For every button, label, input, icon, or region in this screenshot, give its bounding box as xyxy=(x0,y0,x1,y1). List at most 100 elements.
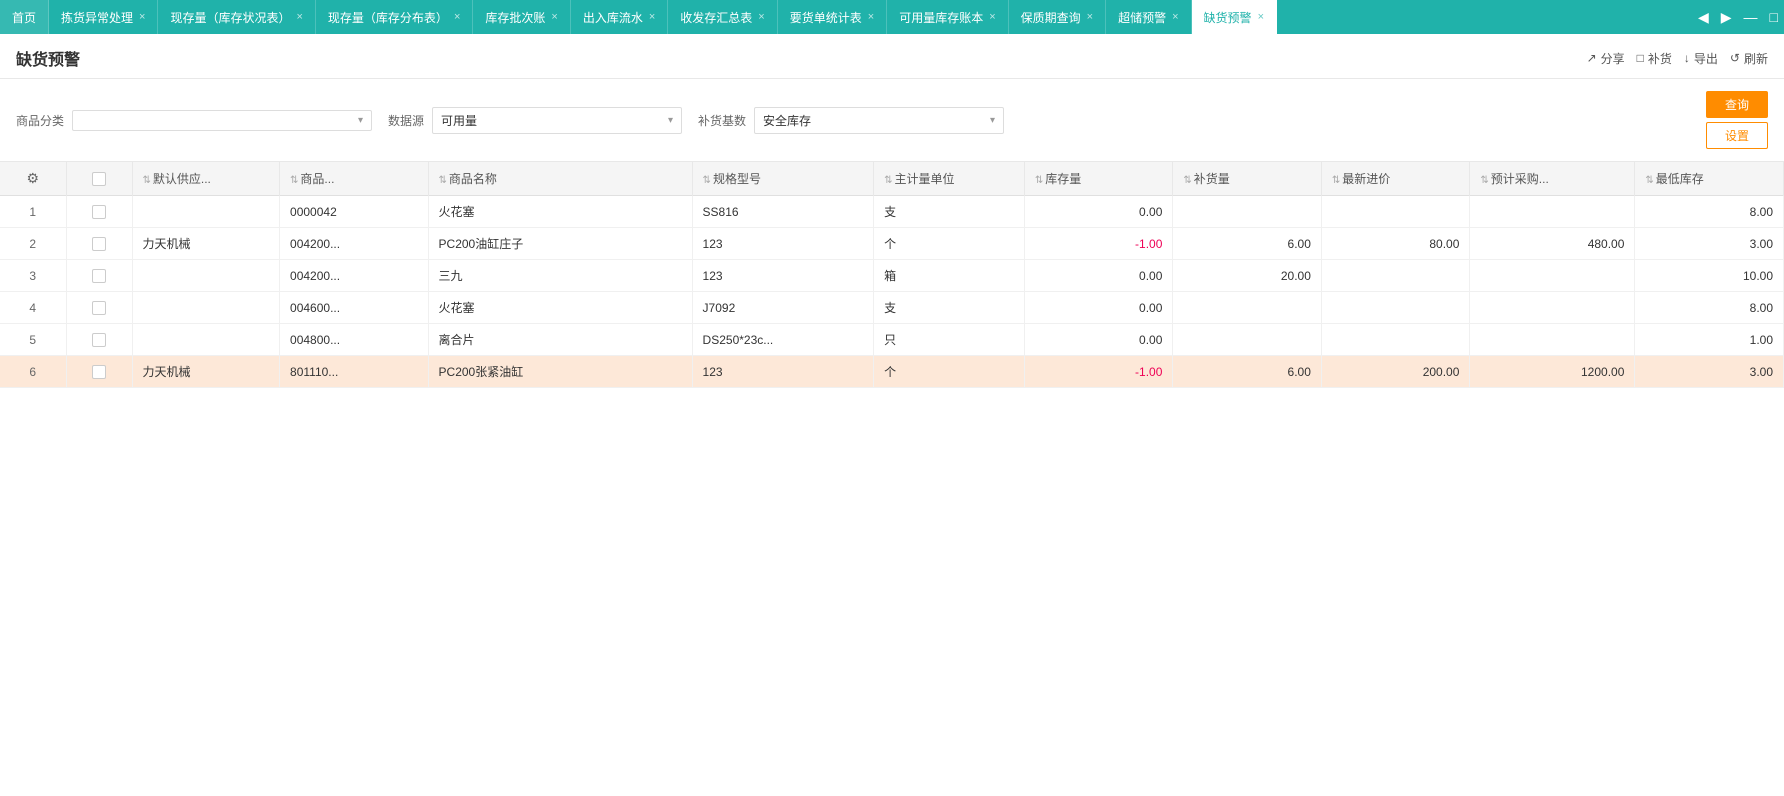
col-checkbox[interactable] xyxy=(66,162,132,196)
row-num: 3 xyxy=(0,260,66,292)
tab-home[interactable]: 首页 xyxy=(0,0,49,34)
tab-close-available[interactable]: × xyxy=(989,11,995,23)
table-row: 3 004200... 三九 123 箱 0.00 20.00 10.00 xyxy=(0,260,1784,292)
header-actions: ↗ 分享 □ 补货 ↓ 导出 ↺ 刷新 xyxy=(1587,50,1768,67)
col-product-code[interactable]: ⇅商品... xyxy=(280,162,429,196)
row-num: 6 xyxy=(0,356,66,388)
row-stock: -1.00 xyxy=(1024,356,1173,388)
row-stock: 0.00 xyxy=(1024,292,1173,324)
row-spec: 123 xyxy=(692,228,874,260)
share-button[interactable]: ↗ 分享 xyxy=(1587,50,1625,67)
share-icon: ↗ xyxy=(1587,51,1597,65)
replenish-icon: □ xyxy=(1637,51,1644,65)
row-latest-price xyxy=(1321,324,1470,356)
row-est-purchase xyxy=(1470,260,1635,292)
row-spec: J7092 xyxy=(692,292,874,324)
replenish-basis-select[interactable]: 安全库存 ▾ xyxy=(754,107,1004,134)
tab-picking[interactable]: 拣货异常处理 × xyxy=(49,0,158,34)
tab-batch-account[interactable]: 库存批次账 × xyxy=(473,0,570,34)
tab-close-inv-dist[interactable]: × xyxy=(454,11,460,23)
settings-button[interactable]: 设置 xyxy=(1706,122,1768,149)
replenish-button[interactable]: □ 补货 xyxy=(1637,50,1672,67)
tab-minimize-button[interactable]: — xyxy=(1738,0,1764,34)
export-icon: ↓ xyxy=(1684,51,1690,65)
export-button[interactable]: ↓ 导出 xyxy=(1684,50,1718,67)
select-all-checkbox[interactable] xyxy=(92,172,106,186)
table-container[interactable]: ⚙ ⇅默认供应... ⇅商品... ⇅商品名称 xyxy=(0,162,1784,796)
tab-prev-button[interactable]: ◀ xyxy=(1692,0,1715,34)
row-unit: 支 xyxy=(874,292,1025,324)
col-min-stock[interactable]: ⇅最低库存 xyxy=(1635,162,1784,196)
row-checkbox[interactable] xyxy=(66,260,132,292)
col-supplier[interactable]: ⇅默认供应... xyxy=(132,162,280,196)
row-min-stock: 10.00 xyxy=(1635,260,1784,292)
tab-summary[interactable]: 收发存汇总表 × xyxy=(668,0,777,34)
tab-flow[interactable]: 出入库流水 × xyxy=(571,0,668,34)
col-gear[interactable]: ⚙ xyxy=(0,162,66,196)
replenish-basis-label: 补货基数 xyxy=(698,112,746,129)
table-header-row: ⚙ ⇅默认供应... ⇅商品... ⇅商品名称 xyxy=(0,162,1784,196)
datasource-select[interactable]: 可用量 ▾ xyxy=(432,107,682,134)
tab-close-batch[interactable]: × xyxy=(551,11,557,23)
tab-overstock[interactable]: 超储预警 × xyxy=(1106,0,1191,34)
row-stock: 0.00 xyxy=(1024,324,1173,356)
tab-close-shortage[interactable]: × xyxy=(1258,11,1264,23)
query-button[interactable]: 查询 xyxy=(1706,91,1768,118)
row-stock: 0.00 xyxy=(1024,260,1173,292)
row-checkbox[interactable] xyxy=(66,292,132,324)
gear-icon[interactable]: ⚙ xyxy=(26,170,39,186)
row-product-code: 004200... xyxy=(280,228,429,260)
row-supplier: 力天机械 xyxy=(132,228,280,260)
tab-close-picking[interactable]: × xyxy=(139,11,145,23)
page-header: 缺货预警 ↗ 分享 □ 补货 ↓ 导出 ↺ 刷新 xyxy=(0,34,1784,79)
tab-close-inv-status[interactable]: × xyxy=(296,11,302,23)
category-arrow-icon: ▾ xyxy=(358,115,363,126)
tab-bar: 首页 拣货异常处理 × 现存量（库存状况表） × 现存量（库存分布表） × 库存… xyxy=(0,0,1784,34)
tab-close-order[interactable]: × xyxy=(868,11,874,23)
tab-inventory-dist[interactable]: 现存量（库存分布表） × xyxy=(316,0,473,34)
refresh-button[interactable]: ↺ 刷新 xyxy=(1730,50,1768,67)
tab-nav-buttons: ◀ ▶ — □ xyxy=(1692,0,1784,34)
row-num: 4 xyxy=(0,292,66,324)
tab-order-stats[interactable]: 要货单统计表 × xyxy=(778,0,887,34)
tab-expiry[interactable]: 保质期查询 × xyxy=(1009,0,1106,34)
row-latest-price xyxy=(1321,260,1470,292)
col-replenish[interactable]: ⇅补货量 xyxy=(1173,162,1322,196)
tab-close-flow[interactable]: × xyxy=(649,11,655,23)
category-filter-group: 商品分类 ▾ xyxy=(16,110,372,131)
col-latest-price[interactable]: ⇅最新进价 xyxy=(1321,162,1470,196)
tab-available[interactable]: 可用量库存账本 × xyxy=(887,0,1008,34)
row-est-purchase: 480.00 xyxy=(1470,228,1635,260)
table-row: 4 004600... 火花塞 J7092 支 0.00 8.00 xyxy=(0,292,1784,324)
row-num: 1 xyxy=(0,196,66,228)
row-product-code: 801110... xyxy=(280,356,429,388)
row-latest-price: 200.00 xyxy=(1321,356,1470,388)
table-row: 6 力天机械 801110... PC200张紧油缸 123 个 -1.00 6… xyxy=(0,356,1784,388)
tab-close-summary[interactable]: × xyxy=(758,11,764,23)
row-checkbox[interactable] xyxy=(66,196,132,228)
tab-close-overstock[interactable]: × xyxy=(1172,11,1178,23)
tab-next-button[interactable]: ▶ xyxy=(1715,0,1738,34)
row-checkbox[interactable] xyxy=(66,228,132,260)
datasource-arrow-icon: ▾ xyxy=(668,115,673,126)
row-min-stock: 8.00 xyxy=(1635,196,1784,228)
category-select[interactable]: ▾ xyxy=(72,110,372,131)
col-unit[interactable]: ⇅主计量单位 xyxy=(874,162,1025,196)
replenish-basis-arrow-icon: ▾ xyxy=(990,115,995,126)
tab-maximize-button[interactable]: □ xyxy=(1764,0,1784,34)
table-row: 5 004800... 离合片 DS250*23c... 只 0.00 1.00 xyxy=(0,324,1784,356)
row-num: 2 xyxy=(0,228,66,260)
col-est-purchase[interactable]: ⇅预计采购... xyxy=(1470,162,1635,196)
col-product-name[interactable]: ⇅商品名称 xyxy=(428,162,692,196)
tab-close-expiry[interactable]: × xyxy=(1087,11,1093,23)
table-body: 1 0000042 火花塞 SS816 支 0.00 8.00 2 力天机械 0… xyxy=(0,196,1784,388)
row-checkbox[interactable] xyxy=(66,324,132,356)
row-spec: DS250*23c... xyxy=(692,324,874,356)
tab-shortage[interactable]: 缺货预警 × xyxy=(1192,0,1277,34)
col-stock[interactable]: ⇅库存量 xyxy=(1024,162,1173,196)
row-checkbox[interactable] xyxy=(66,356,132,388)
row-unit: 支 xyxy=(874,196,1025,228)
col-spec[interactable]: ⇅规格型号 xyxy=(692,162,874,196)
tab-inventory-status[interactable]: 现存量（库存状况表） × xyxy=(158,0,315,34)
row-min-stock: 8.00 xyxy=(1635,292,1784,324)
